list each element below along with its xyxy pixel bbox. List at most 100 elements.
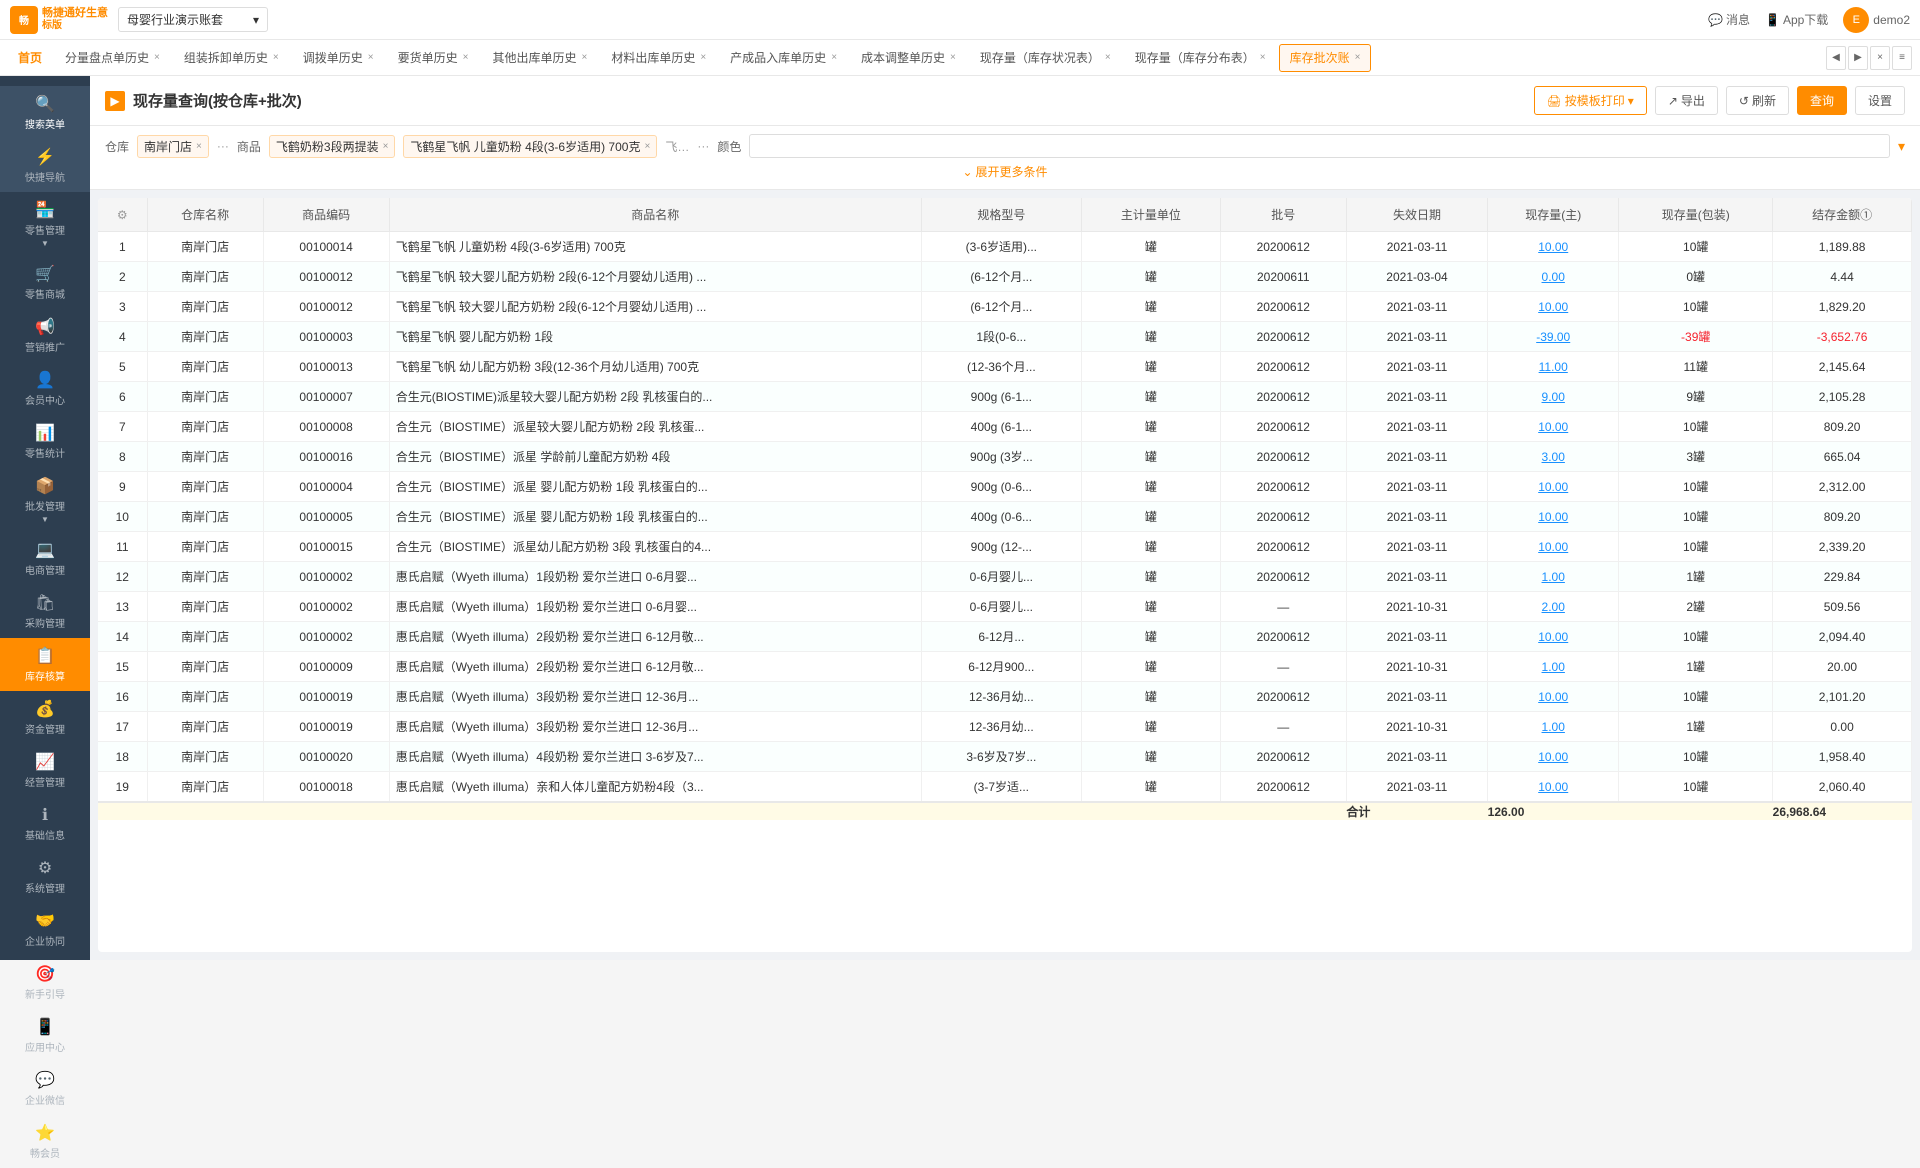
tab-chan-cheng-close[interactable]: × [831,52,837,63]
sidebar-item-finance[interactable]: 💰 资金管理 [0,691,90,744]
qty-link[interactable]: 0.00 [1542,270,1565,284]
app-download-btn[interactable]: 📱 App下载 [1765,11,1828,28]
expand-filters-btn[interactable]: ⌄ 展开更多条件 [962,163,1047,180]
qty-link[interactable]: 1.00 [1542,720,1565,734]
sidebar-item-search[interactable]: 🔍 搜索英单 [0,86,90,139]
tab-cheng-ben[interactable]: 成本调整单历史 × [850,44,967,72]
qty-link[interactable]: 10.00 [1538,510,1568,524]
user-avatar[interactable]: E demo2 [1843,7,1910,33]
page-actions: 🖨 按模板打印 ▾ ↗ 导出 ↺ 刷新 查询 设置 [1534,86,1905,115]
sidebar-item-sys-mgmt[interactable]: ⚙ 系统管理 [0,850,90,903]
qty-link[interactable]: 1.00 [1542,660,1565,674]
sidebar-item-retail-stat[interactable]: 📊 零售统计 [0,415,90,468]
table-row: 18 南岸门店 00100020 惠氏启赋（Wyeth illuma）4段奶粉 … [98,742,1912,772]
qty-link[interactable]: 10.00 [1538,750,1568,764]
tab-yao-huo-close[interactable]: × [463,52,469,63]
message-btn[interactable]: 💬 消息 [1708,11,1750,28]
sidebar-item-new-guide[interactable]: 🎯 新手引导 [0,956,90,1009]
chevron-down-icon: ▾ [253,13,259,27]
tab-cai-liao[interactable]: 材料出库单历史 × [600,44,717,72]
refresh-btn[interactable]: ↺ 刷新 [1726,86,1789,115]
tab-fen-pan-close[interactable]: × [154,52,160,63]
tab-qi-ta-chu[interactable]: 其他出库单历史 × [481,44,598,72]
tab-yao-huo[interactable]: 要货单历史 × [387,44,480,72]
enterprise-wechat-icon: 💬 [35,1070,55,1090]
qty-link[interactable]: 10.00 [1538,420,1568,434]
table-container: ⚙ 仓库名称 商品编码 商品名称 规格型号 主计量单位 批号 失效日期 现存量(… [98,198,1912,952]
query-btn[interactable]: 查询 [1797,86,1847,115]
print-icon: 🖨 [1547,94,1562,108]
qty-link[interactable]: 1.00 [1542,570,1565,584]
product-filter-label: 商品 [237,138,261,155]
settings-btn[interactable]: 设置 [1855,86,1905,115]
qty-link[interactable]: 10.00 [1538,630,1568,644]
tab-home[interactable]: 首页 [8,44,52,72]
qty-link[interactable]: 10.00 [1538,300,1568,314]
tab-fen-pan[interactable]: 分量盘点单历史 × [54,44,171,72]
table-row: 9 南岸门店 00100004 合生元（BIOSTIME）派星 婴儿配方奶粉 1… [98,472,1912,502]
sidebar: 🔍 搜索英单 ⚡ 快捷导航 🏪 零售管理 ▼ 🛒 零售商城 📢 营销推广 👤 会… [0,76,90,960]
export-btn[interactable]: ↗ 导出 [1655,86,1718,115]
sidebar-item-purchase[interactable]: 🛍 采购管理 [0,585,90,638]
sidebar-item-basic-info[interactable]: ℹ 基础信息 [0,797,90,850]
product-extra-dots[interactable]: ··· [697,139,709,153]
sidebar-item-retail-shop[interactable]: 🛒 零售商城 [0,256,90,309]
tab-diao-bo-close[interactable]: × [368,52,374,63]
product-tag-2-close[interactable]: × [644,141,650,152]
company-select[interactable]: 母婴行业演示账套 ▾ [118,7,268,32]
product-tag-1-close[interactable]: × [383,141,389,152]
tab-ku-pi-ci-close[interactable]: × [1355,52,1361,63]
color-filter-input[interactable] [749,134,1890,158]
qty-link[interactable]: 10.00 [1538,480,1568,494]
sidebar-item-enterprise-wechat[interactable]: 💬 企业微信 [0,1062,90,1115]
sidebar-item-operation[interactable]: 📈 经营管理 [0,744,90,797]
sidebar-item-member-card[interactable]: ⭐ 畅会员 [0,1115,90,1168]
settings-col-icon[interactable]: ⚙ [117,208,128,222]
tab-zu-chai-close[interactable]: × [273,52,279,63]
tab-xian-cun-zt[interactable]: 现存量（库存状况表） × [969,44,1122,72]
tab-cheng-ben-close[interactable]: × [950,52,956,63]
quick-nav-icon: ⚡ [35,147,55,167]
sidebar-item-wholesale[interactable]: 📦 批发管理 ▼ [0,468,90,532]
tab-next-btn[interactable]: ▶ [1848,46,1868,70]
th-settings[interactable]: ⚙ [98,198,147,232]
sidebar-item-quick-nav[interactable]: ⚡ 快捷导航 [0,139,90,192]
print-template-btn[interactable]: 🖨 按模板打印 ▾ [1534,86,1647,115]
sidebar-item-ecommerce[interactable]: 💻 电商管理 [0,532,90,585]
color-filter-label: 颜色 [717,138,741,155]
tab-chan-cheng[interactable]: 产成品入库单历史 × [719,44,848,72]
qty-link[interactable]: 10.00 [1538,690,1568,704]
qty-link[interactable]: 10.00 [1538,240,1568,254]
tab-xian-cun-fb-close[interactable]: × [1260,52,1266,63]
qty-link[interactable]: 3.00 [1542,450,1565,464]
tab-menu-btn[interactable]: ≡ [1892,46,1912,70]
tab-ku-pi-ci[interactable]: 库存批次账 × [1279,44,1372,72]
tab-zu-chai[interactable]: 组装拆卸单历史 × [173,44,290,72]
qty-link[interactable]: 11.00 [1539,360,1568,374]
tab-close-all-btn[interactable]: × [1870,46,1890,70]
qty-link[interactable]: 10.00 [1538,540,1568,554]
tab-prev-btn[interactable]: ◀ [1826,46,1846,70]
sidebar-item-app-center[interactable]: 📱 应用中心 [0,1009,90,1062]
sidebar-item-member[interactable]: 👤 会员中心 [0,362,90,415]
sidebar-item-inventory[interactable]: 📋 库存核算 [0,638,90,691]
qty-link[interactable]: 9.00 [1542,390,1565,404]
tab-xian-cun-zt-close[interactable]: × [1105,52,1111,63]
tab-xian-cun-fb[interactable]: 现存量（库存分布表） × [1124,44,1277,72]
sidebar-toggle-btn[interactable]: ▶ [105,91,125,111]
sidebar-item-retail-mgmt[interactable]: 🏪 零售管理 ▼ [0,192,90,256]
th-batch: 批号 [1220,198,1346,232]
qty-link[interactable]: 10.00 [1538,780,1568,794]
sidebar-item-enterprise[interactable]: 🤝 企业协同 [0,903,90,956]
tab-qi-ta-close[interactable]: × [581,52,587,63]
sidebar-item-marketing[interactable]: 📢 营销推广 [0,309,90,362]
tab-cai-liao-close[interactable]: × [700,52,706,63]
qty-link[interactable]: -39.00 [1536,330,1570,344]
warehouse-more-dots[interactable]: ··· [217,139,229,153]
qty-link[interactable]: 2.00 [1542,600,1565,614]
color-dropdown-icon[interactable]: ▾ [1898,138,1905,155]
warehouse-tag-close[interactable]: × [196,141,202,152]
product-more-dots[interactable]: 飞… [665,138,689,155]
tab-diao-bo[interactable]: 调拨单历史 × [292,44,385,72]
table-row: 15 南岸门店 00100009 惠氏启赋（Wyeth illuma）2段奶粉 … [98,652,1912,682]
